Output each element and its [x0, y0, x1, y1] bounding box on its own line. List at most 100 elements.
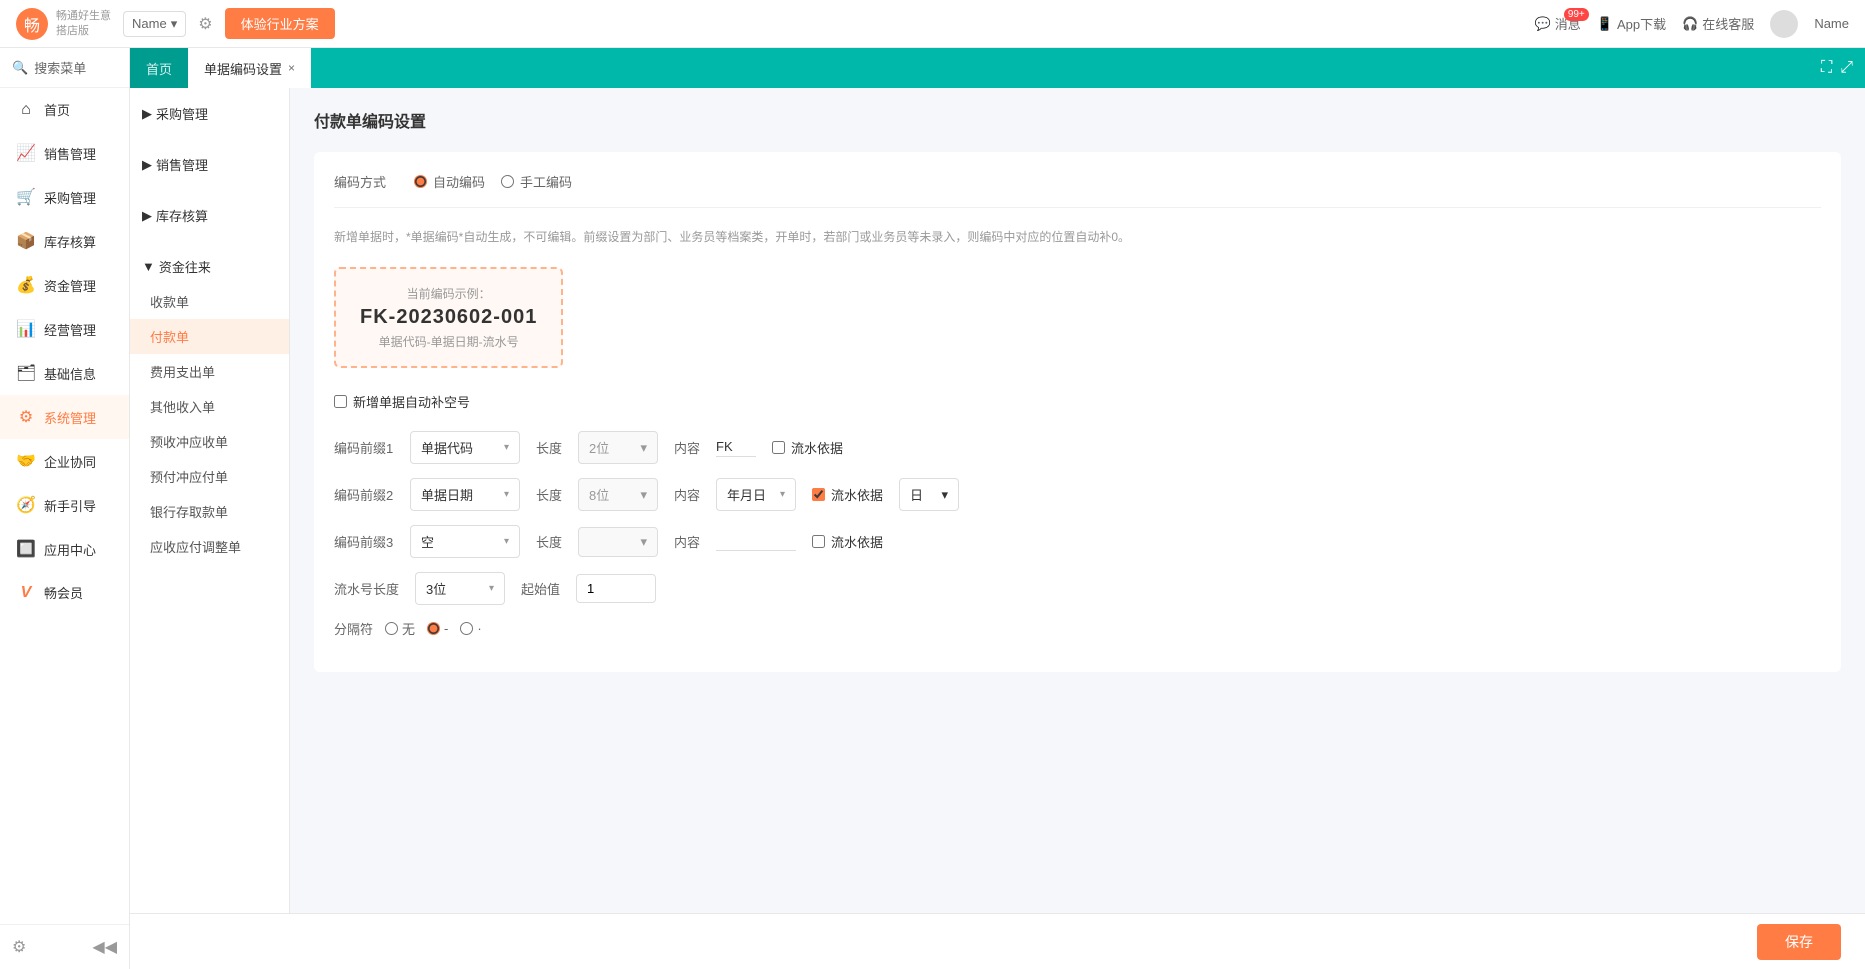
settings-bottom-icon[interactable]: ⚙: [12, 937, 26, 957]
prefix2-select[interactable]: 单据日期 ▾: [410, 478, 520, 511]
main-layout: 🔍 搜索菜单 ⌂ 首页 📈 销售管理 🛒 采购管理 📦 库存核算 💰 资: [0, 48, 1865, 969]
sep-dot-radio[interactable]: [460, 622, 473, 635]
sep-dot-option[interactable]: ·: [460, 621, 481, 636]
manual-radio-item[interactable]: 手工编码: [501, 172, 572, 191]
encoding-method-label: 编码方式: [334, 172, 394, 191]
sep-none-option[interactable]: 无: [385, 619, 415, 638]
sub-sidebar-item-prepay-receipt[interactable]: 预收冲应收单: [130, 424, 289, 459]
purchase-icon: 🛒: [16, 187, 36, 207]
sub-sidebar-group-title-sales[interactable]: ▶ 销售管理: [130, 147, 289, 182]
length3-arrow-icon: ▾: [640, 534, 647, 550]
tab-encoding-settings[interactable]: 单据编码设置 ×: [188, 48, 311, 88]
sidebar-item-enterprise[interactable]: 🤝 企业协同: [0, 439, 129, 483]
sub-sidebar-item-receipts[interactable]: 收款单: [130, 284, 289, 319]
sep-dash-radio[interactable]: [427, 622, 440, 635]
auto-fill-checkbox[interactable]: [334, 395, 347, 408]
day-select[interactable]: 日 ▾: [899, 478, 959, 511]
collapse-icon[interactable]: ◀◀: [92, 937, 117, 957]
message-icon: 💬: [1535, 16, 1551, 32]
content2-label: 内容: [674, 485, 700, 504]
enterprise-icon: 🤝: [16, 451, 36, 471]
sub-sidebar-item-payment[interactable]: 付款单: [130, 319, 289, 354]
save-button[interactable]: 保存: [1757, 924, 1841, 960]
sidebar-item-basic[interactable]: 🗂 基础信息: [0, 351, 129, 395]
sidebar-item-member[interactable]: V 畅会员: [0, 571, 129, 614]
serial2-checkbox-item[interactable]: 流水依据: [812, 485, 883, 504]
tab-close-icon[interactable]: ×: [288, 61, 295, 75]
sidebar-item-purchase[interactable]: 🛒 采购管理: [0, 175, 129, 219]
basic-icon: 🗂: [16, 363, 36, 383]
user-avatar[interactable]: [1770, 10, 1798, 38]
length2-select[interactable]: 8位 ▾: [578, 478, 658, 511]
tab-home[interactable]: 首页: [130, 48, 188, 88]
user-name: Name: [1814, 16, 1849, 31]
experience-button[interactable]: 体验行业方案: [225, 8, 335, 39]
member-icon: V: [16, 584, 36, 602]
headset-icon: 🎧: [1682, 16, 1698, 32]
sidebar-search[interactable]: 🔍 搜索菜单: [0, 48, 129, 88]
online-service-item[interactable]: 🎧 在线客服: [1682, 14, 1754, 33]
page-title: 付款单编码设置: [314, 108, 1841, 132]
serial-length-select[interactable]: 3位 ▾: [415, 572, 505, 605]
serial1-checkbox-item[interactable]: 流水依据: [772, 438, 843, 457]
serial2-checkbox[interactable]: [812, 488, 825, 501]
prefix3-row: 编码前缀3 空 ▾ 长度 ▾ 内容: [334, 525, 1821, 558]
sidebar-item-inventory[interactable]: 📦 库存核算: [0, 219, 129, 263]
auto-fill-checkbox-row[interactable]: 新增单据自动补空号: [334, 392, 1821, 411]
length1-select[interactable]: 2位 ▾: [578, 431, 658, 464]
sep-none-radio[interactable]: [385, 622, 398, 635]
sidebar-item-finance[interactable]: 💰 资金管理: [0, 263, 129, 307]
prefix2-row: 编码前缀2 单据日期 ▾ 长度 8位 ▾ 内容 年月日: [334, 478, 1821, 511]
apps-icon: 🔲: [16, 539, 36, 559]
prefix3-label: 编码前缀3: [334, 532, 394, 551]
length1-arrow-icon: ▾: [640, 440, 647, 456]
serial-length-label: 流水号长度: [334, 579, 399, 598]
sales-icon: 📈: [16, 143, 36, 163]
prefix1-arrow-icon: ▾: [504, 442, 509, 453]
sidebar-item-system[interactable]: ⚙ 系统管理: [0, 395, 129, 439]
sub-sidebar-group-title-purchase[interactable]: ▶ 采购管理: [130, 96, 289, 131]
start-value-input[interactable]: [576, 574, 656, 603]
sub-sidebar-item-other-income[interactable]: 其他收入单: [130, 389, 289, 424]
content2-select[interactable]: 年月日 ▾: [716, 478, 796, 511]
sep-dash-option[interactable]: -: [427, 621, 448, 636]
sidebar-item-sales[interactable]: 📈 销售管理: [0, 131, 129, 175]
sidebar-item-home[interactable]: ⌂ 首页: [0, 88, 129, 131]
message-item[interactable]: 💬 消息 99+: [1535, 14, 1581, 33]
sub-sidebar-item-adjust[interactable]: 应收应付调整单: [130, 529, 289, 564]
auto-radio-item[interactable]: 自动编码: [414, 172, 485, 191]
sub-sidebar-group-purchase: ▶ 采购管理: [130, 88, 289, 139]
serial3-checkbox-item[interactable]: 流水依据: [812, 532, 883, 551]
sub-sidebar-item-prepay-pay[interactable]: 预付冲应付单: [130, 459, 289, 494]
sub-sidebar-group-title-finance[interactable]: ▼ 资金往来: [130, 249, 289, 284]
tab-bar: 首页 单据编码设置 × ⛶ ⤢: [130, 48, 1865, 88]
sidebar-item-operations[interactable]: 📊 经营管理: [0, 307, 129, 351]
length1-label: 长度: [536, 438, 562, 457]
sub-sidebar-group-title-inventory[interactable]: ▶ 库存核算: [130, 198, 289, 233]
app-download-item[interactable]: 📱 App下载: [1597, 14, 1666, 33]
tab-fullscreen-icon[interactable]: ⤢: [1840, 59, 1853, 77]
serial1-checkbox[interactable]: [772, 441, 785, 454]
prefix3-select[interactable]: 空 ▾: [410, 525, 520, 558]
content-area: 首页 单据编码设置 × ⛶ ⤢ ▶ 采购管理: [130, 48, 1865, 969]
sub-sidebar-group-sales: ▶ 销售管理: [130, 139, 289, 190]
top-bar-left: 畅 畅通好生意 搭店版 Name ▾ ⚙ 体验行业方案: [16, 8, 335, 40]
info-text: 新增单据时，*单据编码*自动生成，不可编辑。前缀设置为部门、业务员等档案类，开单…: [334, 228, 1821, 247]
preview-box-label: 当前编码示例：: [360, 285, 537, 302]
settings-icon[interactable]: ⚙: [198, 14, 212, 34]
auto-radio-input[interactable]: [414, 175, 427, 188]
sub-sidebar-item-expense[interactable]: 费用支出单: [130, 354, 289, 389]
sidebar-item-guide[interactable]: 🧭 新手引导: [0, 483, 129, 527]
length3-select[interactable]: ▾: [578, 527, 658, 557]
sidebar-item-apps[interactable]: 🔲 应用中心: [0, 527, 129, 571]
company-selector[interactable]: Name ▾: [123, 11, 186, 37]
prefix1-label: 编码前缀1: [334, 438, 394, 457]
tab-expand-icon[interactable]: ⛶: [1821, 59, 1832, 77]
manual-radio-input[interactable]: [501, 175, 514, 188]
length3-label: 长度: [536, 532, 562, 551]
prefix1-row: 编码前缀1 单据代码 ▾ 长度 2位 ▾ 内容 FK: [334, 431, 1821, 464]
serial3-checkbox[interactable]: [812, 535, 825, 548]
sub-sidebar-item-bank-deposit[interactable]: 银行存取款单: [130, 494, 289, 529]
chevron-right-icon-2: ▶: [142, 157, 152, 173]
prefix1-select[interactable]: 单据代码 ▾: [410, 431, 520, 464]
